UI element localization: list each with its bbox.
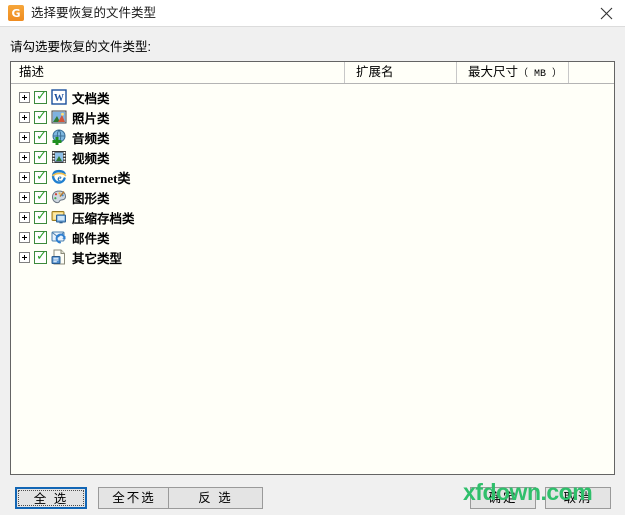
row-checkbox[interactable]: ✓ (34, 248, 47, 264)
row-checkbox[interactable]: ✓ (34, 188, 47, 204)
file-type-list: 描述 扩展名 最大尺寸（ MB ） ✓ W 文档类 ✓ 照片类 ✓ 音频类 ✓ … (10, 61, 615, 475)
checkmark-icon: ✓ (36, 228, 47, 244)
list-item-label: 文档类 (72, 91, 110, 106)
photo-image-icon (51, 109, 67, 125)
select-none-button[interactable]: 全不选 (98, 487, 170, 509)
checkmark-icon: ✓ (36, 128, 47, 144)
checkmark-icon: ✓ (36, 188, 47, 204)
expand-plus-icon[interactable] (19, 211, 30, 223)
list-item-label: 邮件类 (72, 231, 110, 246)
checkmark-icon: ✓ (36, 168, 47, 184)
list-item[interactable]: ✓ 图形类 (11, 187, 614, 207)
column-header-maxsize[interactable]: 最大尺寸（ MB ） (456, 62, 568, 83)
close-icon (600, 7, 612, 19)
list-item[interactable]: ✓ 邮件类 (11, 227, 614, 247)
internet-explorer-icon: e (51, 169, 67, 185)
list-rows: ✓ W 文档类 ✓ 照片类 ✓ 音频类 ✓ 视频类 ✓ e Internet类 … (11, 84, 614, 267)
checkmark-icon: ✓ (36, 148, 47, 164)
video-film-icon (51, 149, 67, 165)
archive-folder-icon (51, 209, 67, 225)
word-document-icon: W (51, 89, 67, 105)
column-header-extension[interactable]: 扩展名 (344, 62, 456, 83)
list-item[interactable]: ✓ W 文档类 (11, 87, 614, 107)
list-item-label: Internet类 (72, 170, 131, 186)
row-checkbox[interactable]: ✓ (34, 228, 47, 244)
list-header-row: 描述 扩展名 最大尺寸（ MB ） (11, 62, 614, 84)
list-item-label: 其它类型 (72, 251, 123, 266)
graphics-palette-icon (51, 189, 67, 205)
list-item-label: 照片类 (72, 111, 110, 126)
column-header-maxsize-text: 最大尺寸 (468, 65, 519, 79)
checkmark-icon: ✓ (36, 88, 47, 104)
mail-envelope-icon (51, 229, 67, 245)
cancel-button[interactable]: 取消 (545, 487, 611, 509)
other-file-icon (51, 249, 67, 265)
expand-plus-icon[interactable] (19, 131, 30, 143)
svg-text:W: W (54, 93, 64, 104)
audio-globe-icon (51, 129, 67, 145)
window-title: 选择要恢复的文件类型 (31, 6, 157, 20)
row-checkbox[interactable]: ✓ (34, 168, 47, 184)
row-checkbox[interactable]: ✓ (34, 108, 47, 124)
list-item[interactable]: ✓ 压缩存档类 (11, 207, 614, 227)
row-checkbox[interactable]: ✓ (34, 148, 47, 164)
column-header-extra[interactable] (568, 62, 614, 83)
expand-plus-icon[interactable] (19, 151, 30, 163)
list-item[interactable]: ✓ 视频类 (11, 147, 614, 167)
title-bar: G 选择要恢复的文件类型 (0, 0, 625, 27)
list-item-label: 音频类 (72, 131, 110, 146)
list-item-label: 图形类 (72, 191, 110, 206)
row-checkbox[interactable]: ✓ (34, 128, 47, 144)
expand-plus-icon[interactable] (19, 251, 30, 263)
close-button[interactable] (587, 0, 625, 26)
expand-plus-icon[interactable] (19, 91, 30, 103)
list-item[interactable]: ✓ 音频类 (11, 127, 614, 147)
list-item[interactable]: ✓ 照片类 (11, 107, 614, 127)
prompt-label: 请勾选要恢复的文件类型: (10, 40, 151, 54)
select-all-button[interactable]: 全 选 (15, 487, 87, 509)
list-item[interactable]: ✓ 其它类型 (11, 247, 614, 267)
list-item-label: 视频类 (72, 151, 110, 166)
expand-plus-icon[interactable] (19, 171, 30, 183)
checkmark-icon: ✓ (36, 108, 47, 124)
app-logo-icon: G (8, 5, 24, 21)
expand-plus-icon[interactable] (19, 191, 30, 203)
column-header-description[interactable]: 描述 (11, 62, 344, 83)
select-all-label: 全 选 (18, 490, 84, 506)
expand-plus-icon[interactable] (19, 111, 30, 123)
list-item-label: 压缩存档类 (72, 211, 135, 226)
column-header-maxsize-unit: （ MB ） (518, 69, 563, 80)
row-checkbox[interactable]: ✓ (34, 88, 47, 104)
invert-selection-button[interactable]: 反 选 (168, 487, 263, 509)
row-checkbox[interactable]: ✓ (34, 208, 47, 224)
expand-plus-icon[interactable] (19, 231, 30, 243)
checkmark-icon: ✓ (36, 208, 47, 224)
app-logo-glyph: G (11, 6, 21, 20)
checkmark-icon: ✓ (36, 248, 47, 264)
ok-button[interactable]: 确定 (470, 487, 536, 509)
list-item[interactable]: ✓ e Internet类 (11, 167, 614, 187)
